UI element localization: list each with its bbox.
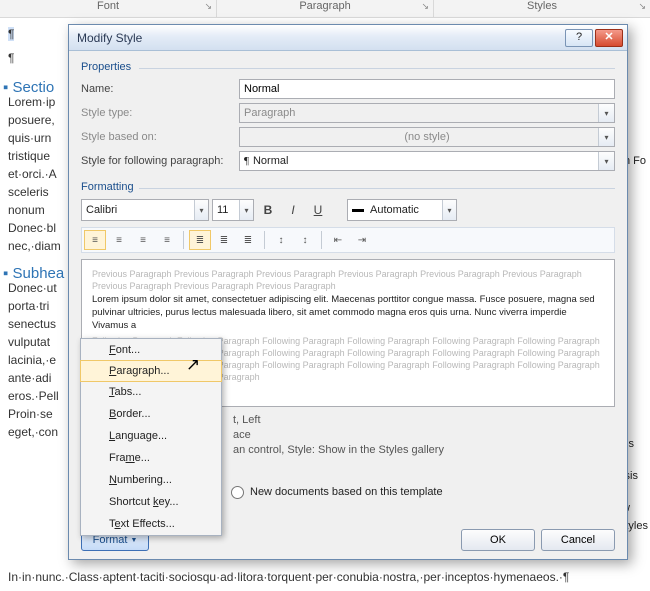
style-type-select: Paragraph▾: [239, 103, 615, 123]
format-menu: Font... Paragraph... Tabs... Border... L…: [80, 338, 222, 536]
doc-line: Donec·bl: [8, 219, 56, 237]
spacing-2-button[interactable]: ≣: [237, 230, 259, 250]
menu-item-shortcut[interactable]: Shortcut key...: [81, 491, 221, 513]
chevron-down-icon[interactable]: ▾: [442, 200, 456, 220]
space-before-inc-button[interactable]: ↕: [270, 230, 292, 250]
dialog-title: Modify Style: [77, 31, 563, 45]
doc-footer-line: In·in·nunc.·Class·aptent·taciti·sociosqu…: [8, 568, 648, 586]
following-paragraph-select[interactable]: ¶Normal▾: [239, 151, 615, 171]
doc-line: tristique: [8, 147, 50, 165]
align-right-button[interactable]: ≡: [132, 230, 154, 250]
spacing-1-5-button[interactable]: ≣: [213, 230, 235, 250]
radio-new-docs-input[interactable]: [231, 486, 244, 499]
align-left-button[interactable]: ≡: [84, 230, 106, 250]
menu-item-numbering[interactable]: Numbering...: [81, 469, 221, 491]
doc-pilcrow-2: ¶: [8, 49, 14, 67]
help-button[interactable]: ?: [565, 29, 593, 47]
doc-line: porta·tri: [8, 297, 49, 315]
space-before-dec-button[interactable]: ↕: [294, 230, 316, 250]
following-paragraph-label: Style for following paragraph:: [81, 155, 239, 167]
titlebar[interactable]: Modify Style ? ✕: [69, 25, 627, 51]
group-paragraph[interactable]: Paragraph: [217, 0, 434, 17]
ribbon-group-labels: Font Paragraph Styles: [0, 0, 650, 18]
indent-dec-button[interactable]: ⇤: [327, 230, 349, 250]
doc-line: sceleris: [8, 183, 49, 201]
doc-line: vulputat: [8, 333, 50, 351]
font-size-combo[interactable]: 11▾: [212, 199, 254, 221]
doc-line: Lorem·ip: [8, 93, 55, 111]
style-based-on-label: Style based on:: [81, 131, 239, 143]
menu-item-border[interactable]: Border...: [81, 403, 221, 425]
align-center-button[interactable]: ≡: [108, 230, 130, 250]
doc-line: eget,·con: [8, 423, 58, 441]
doc-line: quis·urn: [8, 129, 51, 147]
name-label: Name:: [81, 83, 239, 95]
underline-button[interactable]: U: [307, 199, 329, 221]
style-based-on-select: (no style)▾: [239, 127, 615, 147]
group-styles[interactable]: Styles: [434, 0, 650, 17]
font-toolbar: Calibri▾ 11▾ B I U Automatic▾: [81, 199, 615, 221]
doc-line: Donec·ut: [8, 279, 57, 297]
doc-pilcrow: ¶: [8, 25, 14, 43]
menu-item-tabs[interactable]: Tabs...: [81, 381, 221, 403]
menu-item-text-effects[interactable]: Text Effects...: [81, 513, 221, 535]
chevron-down-icon[interactable]: ▾: [598, 152, 614, 170]
chevron-down-icon[interactable]: ▾: [194, 200, 208, 220]
chevron-down-icon: ▾: [598, 128, 614, 146]
ok-button[interactable]: OK: [461, 529, 535, 551]
preview-sample-text: Lorem ipsum dolor sit amet, consectetuer…: [92, 294, 604, 332]
name-input[interactable]: [239, 79, 615, 99]
doc-line: lacinia,·e: [8, 351, 56, 369]
doc-line: nonum: [8, 201, 45, 219]
font-family-combo[interactable]: Calibri▾: [81, 199, 209, 221]
menu-item-paragraph[interactable]: Paragraph...: [80, 360, 222, 382]
style-type-label: Style type:: [81, 107, 239, 119]
cancel-button[interactable]: Cancel: [541, 529, 615, 551]
chevron-down-icon: ▼: [130, 537, 137, 544]
menu-item-font[interactable]: Font...: [81, 339, 221, 361]
close-button[interactable]: ✕: [595, 29, 623, 47]
align-justify-button[interactable]: ≡: [156, 230, 178, 250]
chevron-down-icon: ▾: [598, 104, 614, 122]
doc-line: nec,·diam: [8, 237, 61, 255]
radio-new-docs-label: New documents based on this template: [250, 486, 443, 498]
doc-line: eros.·Pell: [8, 387, 59, 405]
menu-item-language[interactable]: Language...: [81, 425, 221, 447]
doc-line: ante·adi: [8, 369, 51, 387]
menu-item-frame[interactable]: Frame...: [81, 447, 221, 469]
radio-new-docs[interactable]: New documents based on this template: [231, 486, 615, 499]
font-color-combo[interactable]: Automatic▾: [347, 199, 457, 221]
bold-button[interactable]: B: [257, 199, 279, 221]
indent-inc-button[interactable]: ⇥: [351, 230, 373, 250]
group-font[interactable]: Font: [0, 0, 217, 17]
preview-previous-text: Previous Paragraph Previous Paragraph Pr…: [92, 268, 604, 292]
spacing-1-button[interactable]: ≣: [189, 230, 211, 250]
doc-line: senectus: [8, 315, 56, 333]
italic-button[interactable]: I: [282, 199, 304, 221]
formatting-group-label: Formatting: [81, 181, 615, 193]
doc-line: posuere,: [8, 111, 55, 129]
properties-group-label: Properties: [81, 61, 615, 73]
paragraph-toolbar: ≡ ≡ ≡ ≡ ≣ ≣ ≣ ↕ ↕ ⇤ ⇥: [81, 227, 615, 253]
doc-line: Proin·se: [8, 405, 53, 423]
doc-line: et·orci.·A: [8, 165, 57, 183]
chevron-down-icon[interactable]: ▾: [239, 200, 253, 220]
